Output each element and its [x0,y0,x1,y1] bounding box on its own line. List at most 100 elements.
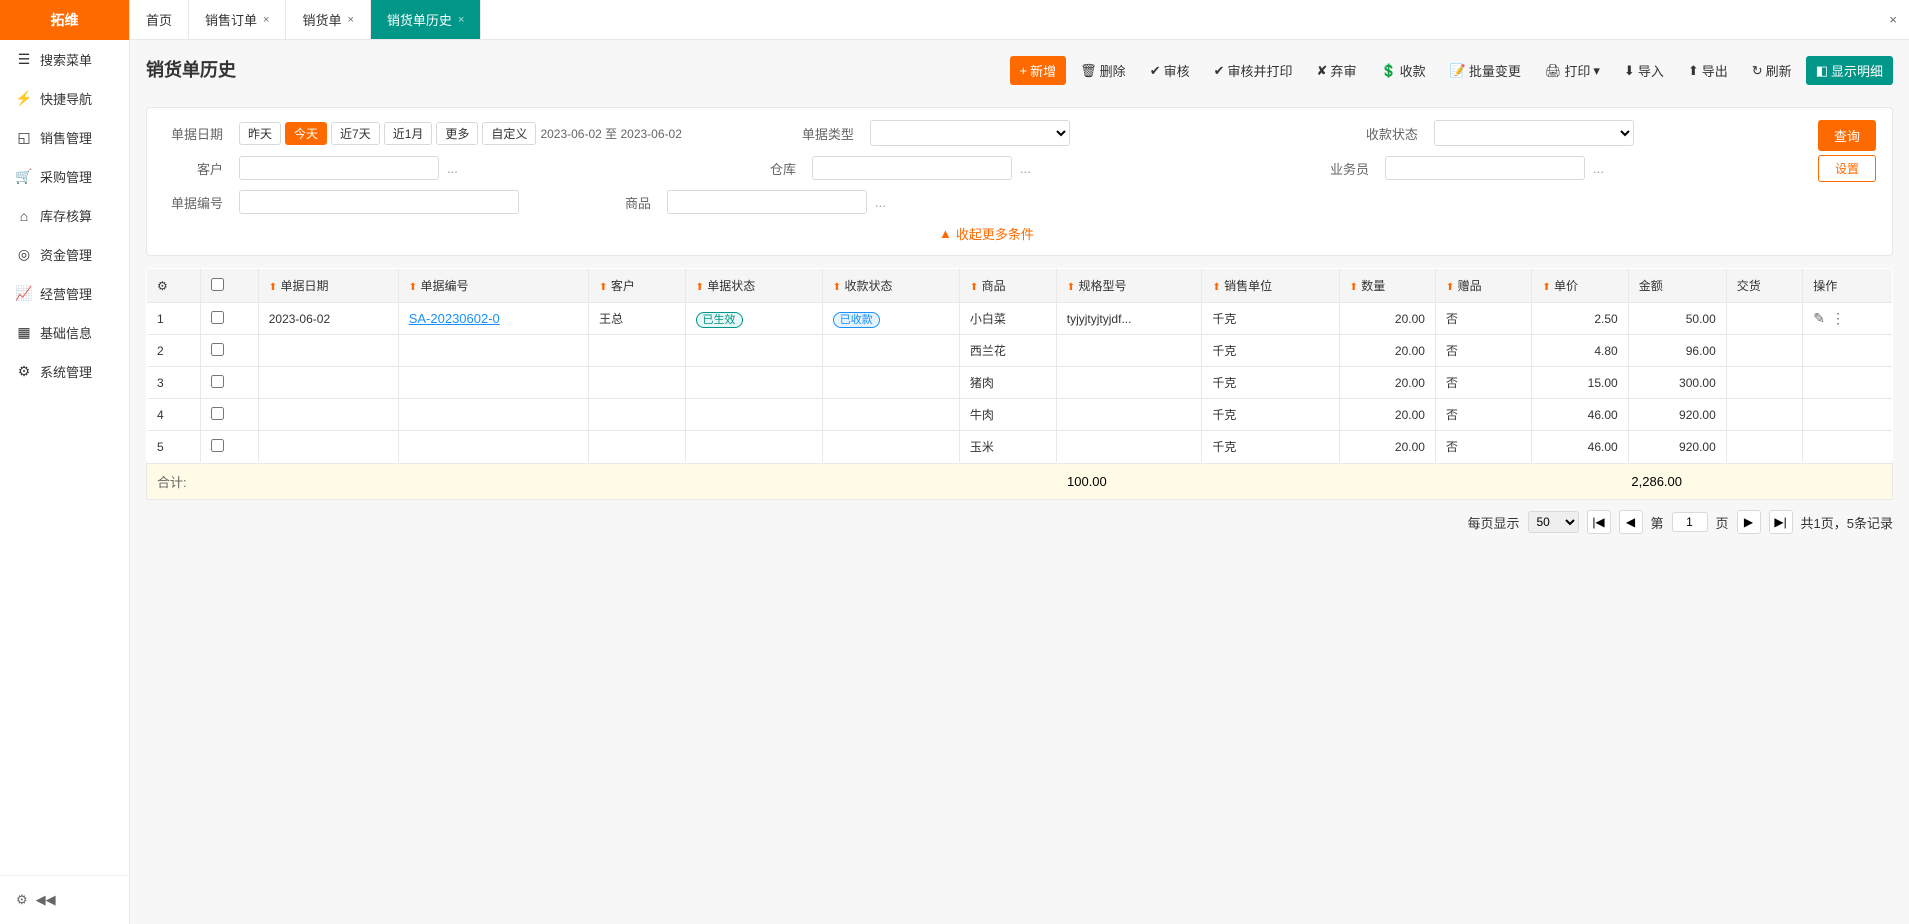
date-btn-7days[interactable]: 近7天 [331,122,380,145]
row-doc-no[interactable] [398,399,588,431]
warehouse-dots[interactable]: ... [1020,161,1031,176]
date-btn-1month[interactable]: 近1月 [384,122,433,145]
audit-print-icon: ✔ [1214,63,1225,79]
quick-nav-icon: ⚡ [16,91,32,107]
page-size-label: 每页显示 [1467,513,1519,532]
tab-sales-order-close[interactable]: × [263,14,269,26]
col-checkbox[interactable] [200,269,258,303]
audit-button[interactable]: ✔ 审核 [1140,56,1200,85]
col-goods[interactable]: ⬆ 商品 [959,269,1056,303]
export-button[interactable]: ⬆ 导出 [1678,56,1738,85]
col-price[interactable]: ⬆ 单价 [1532,269,1628,303]
col-customer[interactable]: ⬆ 客户 [589,269,685,303]
first-page-btn[interactable]: |◀ [1587,510,1611,534]
tab-sales-goods[interactable]: 销货单 × [286,0,370,39]
page-size-select[interactable]: 50 10 20 100 [1528,511,1579,533]
row-doc-no[interactable] [398,335,588,367]
col-doc-no[interactable]: ⬆ 单据编号 [398,269,588,303]
row-doc-no[interactable] [398,431,588,463]
sidebar-item-basic-info[interactable]: ▦ 基础信息 [0,313,129,352]
sidebar-item-system-mgmt[interactable]: ⚙ 系统管理 [0,352,129,391]
show-detail-button[interactable]: ◧ 显示明细 [1806,56,1893,85]
tab-sales-goods-close[interactable]: × [347,14,353,26]
col-doc-status[interactable]: ⬆ 单据状态 [685,269,822,303]
select-all-checkbox[interactable] [211,278,224,291]
sidebar-item-biz-mgmt[interactable]: 📈 经营管理 [0,274,129,313]
date-btn-today[interactable]: 今天 [285,122,327,145]
goods-input[interactable] [667,190,867,214]
goods-dots[interactable]: ... [875,195,886,210]
sidebar-item-quick-nav[interactable]: ⚡ 快捷导航 [0,79,129,118]
col-doc-date[interactable]: ⬆ 单据日期 [258,269,398,303]
delete-button[interactable]: 🗑 删除 [1070,56,1136,85]
row-action[interactable]: ✎⋮ [1803,303,1893,335]
sidebar-item-inventory[interactable]: ⌂ 库存核算 [0,196,129,235]
salesman-dots[interactable]: ... [1593,161,1604,176]
row-action[interactable] [1803,399,1893,431]
col-gift[interactable]: ⬆ 赠品 [1435,269,1531,303]
doc-type-select[interactable] [870,120,1070,146]
sidebar-item-finance-mgmt[interactable]: ◎ 资金管理 [0,235,129,274]
collect-status-select[interactable] [1434,120,1634,146]
row-qty: 20.00 [1339,303,1435,335]
row-checkbox[interactable] [200,335,258,367]
customer-input[interactable] [239,156,439,180]
collapse-up-icon: ▲ [939,226,952,241]
row-doc-no[interactable]: SA-20230602-0 [398,303,588,335]
customer-dots[interactable]: ... [447,161,458,176]
query-button[interactable]: 查询 [1818,120,1876,151]
import-button[interactable]: ⬇ 导入 [1614,56,1674,85]
date-btn-more[interactable]: 更多 [436,122,478,145]
refresh-button[interactable]: ↻ 刷新 [1742,56,1802,85]
tab-home[interactable]: 首页 [130,0,189,39]
row-price: 15.00 [1532,367,1628,399]
row-action[interactable] [1803,335,1893,367]
print-button[interactable]: 🖨 打印 ▾ [1535,56,1610,85]
sidebar-item-sales-mgmt[interactable]: ◱ 销售管理 [0,118,129,157]
next-page-btn[interactable]: ▶ [1737,510,1761,534]
close-all-tabs-btn[interactable]: × [1877,0,1909,39]
sidebar-item-search-menu[interactable]: ☰ 搜索菜单 [0,40,129,79]
col-spec[interactable]: ⬆ 规格型号 [1056,269,1202,303]
row-checkbox[interactable] [200,367,258,399]
more-icon[interactable]: ⋮ [1831,310,1845,327]
page-number-input[interactable] [1672,512,1708,532]
row-spec [1056,431,1202,463]
sidebar-item-purchase-mgmt[interactable]: 🛒 采购管理 [0,157,129,196]
col-collect-status[interactable]: ⬆ 收款状态 [822,269,959,303]
last-page-btn[interactable]: ▶| [1769,510,1793,534]
tab-sales-order[interactable]: 销售订单 × [189,0,286,39]
date-btn-group: 昨天 今天 近7天 近1月 更多 自定义 2023-06-02 至 2023-0… [239,122,682,145]
discard-button[interactable]: ✘ 弃审 [1307,56,1367,85]
tab-sales-history[interactable]: 销货单历史 × [371,0,481,39]
collect-button[interactable]: 💲 收款 [1370,56,1435,85]
date-btn-custom[interactable]: 自定义 [482,122,536,145]
row-checkbox[interactable] [200,303,258,335]
row-action[interactable] [1803,431,1893,463]
col-settings[interactable]: ⚙ [147,269,201,303]
doc-no-input[interactable] [239,190,519,214]
row-unit: 千克 [1202,367,1339,399]
row-doc-no[interactable] [398,367,588,399]
audit-print-button[interactable]: ✔ 审核并打印 [1204,56,1303,85]
row-checkbox[interactable] [200,431,258,463]
edit-icon[interactable]: ✎ [1813,310,1825,327]
row-customer [589,431,685,463]
row-amount: 96.00 [1628,335,1726,367]
sidebar-item-label: 快捷导航 [40,89,92,108]
row-action[interactable] [1803,367,1893,399]
collapse-filter-btn[interactable]: ▲ 收起更多条件 [163,224,1810,243]
import-icon: ⬇ [1624,63,1635,79]
batch-change-button[interactable]: 📝 批量变更 [1440,56,1531,85]
salesman-input[interactable] [1385,156,1585,180]
row-checkbox[interactable] [200,399,258,431]
col-unit[interactable]: ⬆ 销售单位 [1202,269,1339,303]
date-btn-yesterday[interactable]: 昨天 [239,122,281,145]
tab-sales-history-close[interactable]: × [458,14,464,26]
prev-page-btn[interactable]: ◀ [1619,510,1643,534]
sidebar-settings-btn[interactable]: ⚙ ◀◀ [0,884,129,916]
warehouse-input[interactable] [812,156,1012,180]
col-qty[interactable]: ⬆ 数量 [1339,269,1435,303]
add-button[interactable]: + 新增 [1010,56,1067,85]
set-button[interactable]: 设置 [1818,155,1876,182]
